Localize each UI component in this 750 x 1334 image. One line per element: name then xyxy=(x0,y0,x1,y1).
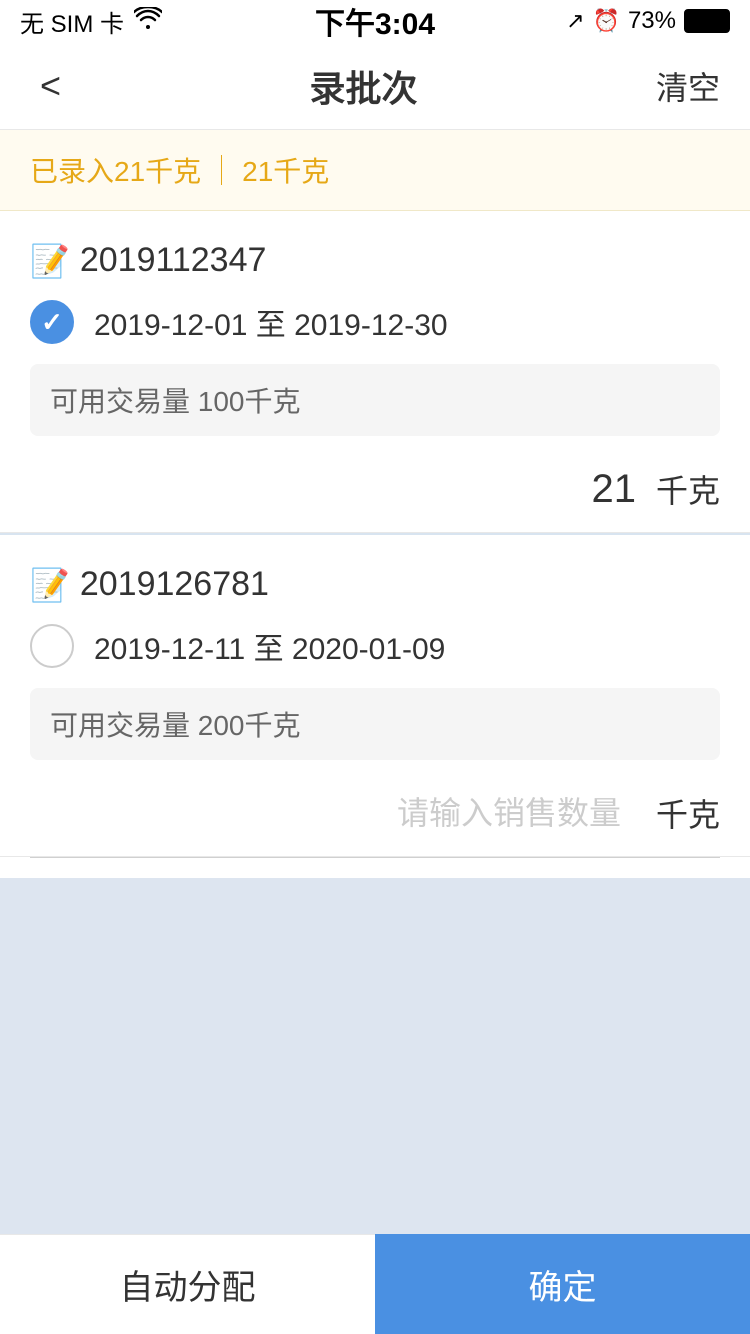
batch-qty-unit-2: 千克 xyxy=(656,790,720,836)
batch-card-1: 📝 2019112347 2019-12-01 至 2019-12-30 可用交… xyxy=(0,211,750,533)
batch-available-2: 可用交易量 200千克 xyxy=(30,688,720,760)
alarm-icon: ⏰ xyxy=(593,8,620,34)
status-left: 无 SIM 卡 xyxy=(20,4,162,39)
batch-checkbox-2[interactable] xyxy=(30,624,74,668)
batch-checkbox-1[interactable] xyxy=(30,300,74,344)
carrier-text: 无 SIM 卡 xyxy=(20,4,124,39)
spacer xyxy=(0,858,750,878)
nav-bar: < 录批次 清空 xyxy=(0,42,750,130)
batch-date-1: 2019-12-01 至 2019-12-30 xyxy=(94,300,448,344)
batch-qty-row-1: 21 千克 xyxy=(0,446,750,533)
total-label: 21千克 xyxy=(242,150,329,190)
confirm-button[interactable]: 确定 xyxy=(375,1234,750,1334)
bottom-bar: 自动分配 确定 xyxy=(0,1234,750,1334)
wifi-icon xyxy=(134,7,162,36)
time-display: 下午3:04 xyxy=(315,0,435,43)
batch-number-1: 2019112347 xyxy=(80,241,267,280)
summary-divider xyxy=(221,155,222,185)
page-title: 录批次 xyxy=(310,60,418,112)
location-icon: ↗ xyxy=(566,8,584,34)
status-bar: 无 SIM 卡 下午3:04 ↗ ⏰ 73% xyxy=(0,0,750,42)
content-area: 📝 2019112347 2019-12-01 至 2019-12-30 可用交… xyxy=(0,211,750,1258)
batch-icon-2: 📝 xyxy=(30,566,70,604)
battery-percent: 73% xyxy=(628,7,676,35)
batch-date-2: 2019-12-11 至 2020-01-09 xyxy=(94,624,445,668)
battery-icon xyxy=(684,9,730,33)
batch-date-row-1[interactable]: 2019-12-01 至 2019-12-30 xyxy=(0,290,750,354)
batch-qty-value-1: 21 xyxy=(591,467,636,512)
batch-qty-input-row-2[interactable]: 千克 xyxy=(0,770,750,857)
batch-icon-1: 📝 xyxy=(30,242,70,280)
batch-date-row-2[interactable]: 2019-12-11 至 2020-01-09 xyxy=(0,614,750,678)
batch-header-2: 📝 2019126781 xyxy=(0,535,750,614)
status-right: ↗ ⏰ 73% xyxy=(566,7,730,35)
summary-bar: 已录入21千克 21千克 xyxy=(0,130,750,211)
batch-qty-input-2[interactable] xyxy=(30,795,636,832)
batch-available-1: 可用交易量 100千克 xyxy=(30,364,720,436)
batch-card-2: 📝 2019126781 2019-12-11 至 2020-01-09 可用交… xyxy=(0,535,750,878)
clear-button[interactable]: 清空 xyxy=(656,63,720,109)
batch-header-1: 📝 2019112347 xyxy=(0,211,750,290)
recorded-label: 已录入21千克 xyxy=(30,150,201,190)
batch-qty-unit-1: 千克 xyxy=(656,466,720,512)
auto-distribute-button[interactable]: 自动分配 xyxy=(0,1234,375,1334)
batch-number-2: 2019126781 xyxy=(80,565,269,604)
back-button[interactable]: < xyxy=(30,55,71,117)
gray-area xyxy=(0,878,750,1258)
